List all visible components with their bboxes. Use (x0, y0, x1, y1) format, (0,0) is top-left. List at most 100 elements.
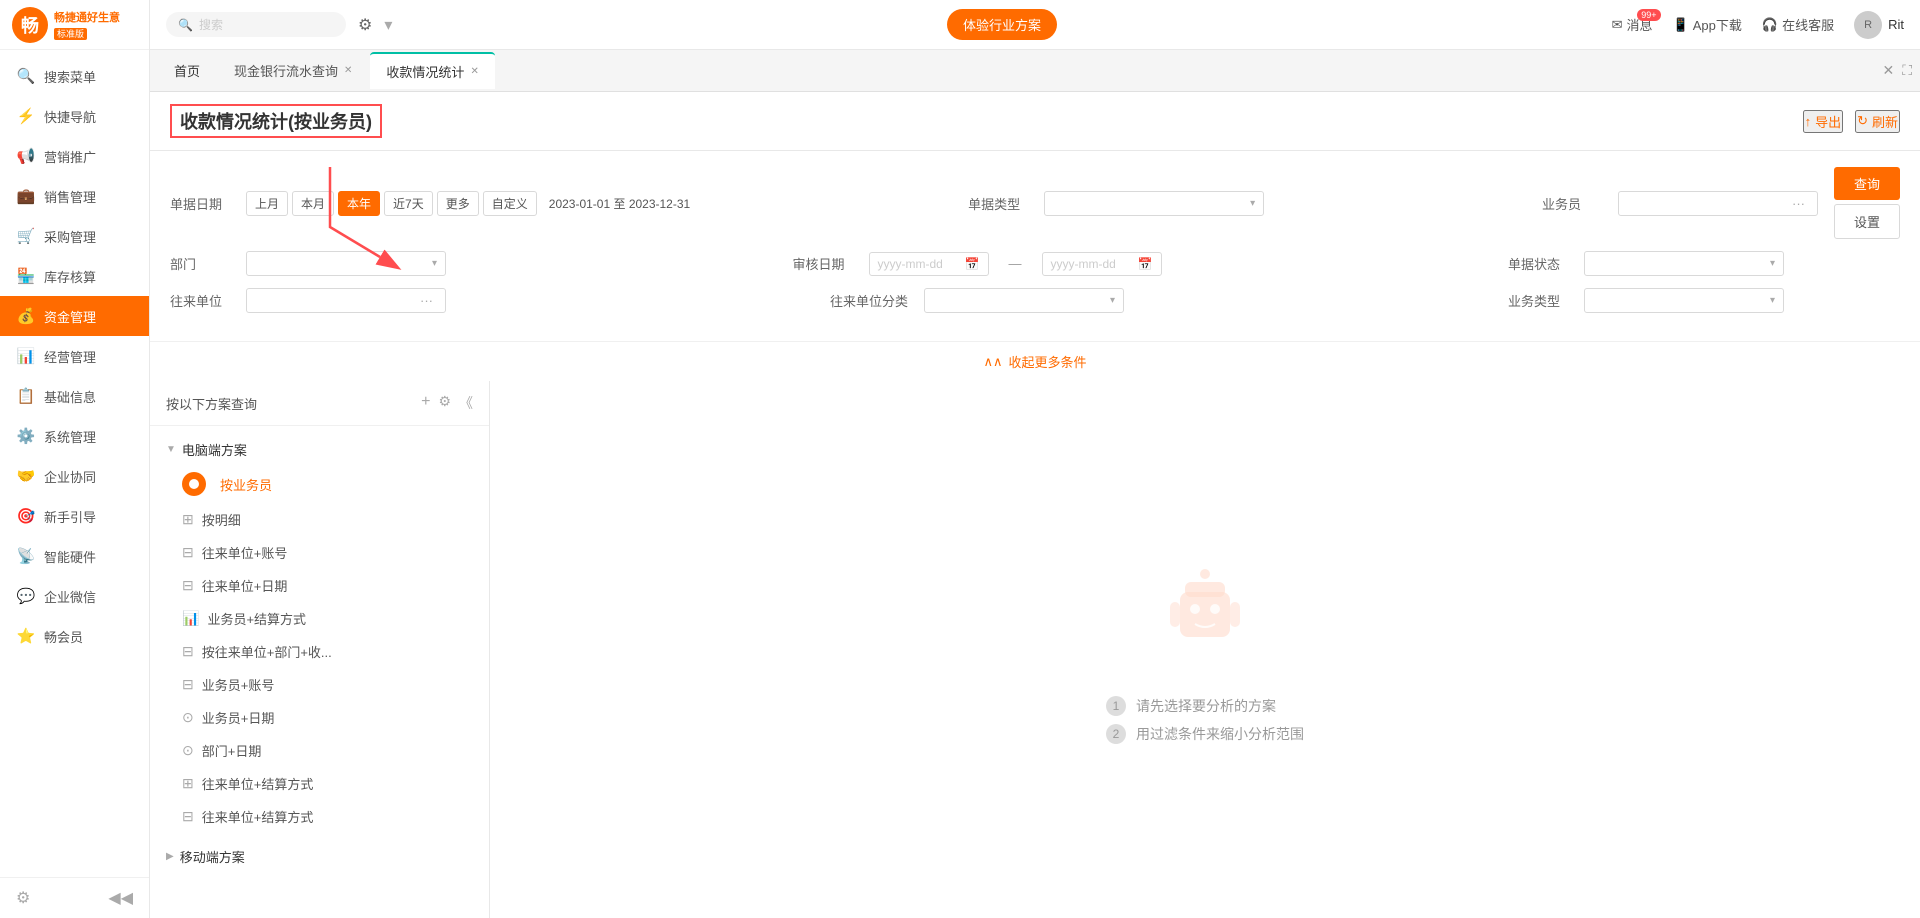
counterpart-type-label: 往来单位分类 (830, 291, 908, 310)
tab-home[interactable]: 首页 (158, 53, 216, 88)
sidebar-item-system[interactable]: ⚙️ 系统管理 (0, 416, 149, 456)
sidebar-item-shortcut[interactable]: ⚡ 快捷导航 (0, 96, 149, 136)
counterpart-select[interactable]: ··· (246, 288, 446, 313)
date-btn-last-month[interactable]: 上月 (246, 191, 288, 216)
counterpart-type-select[interactable]: ▾ (924, 288, 1124, 313)
cs1-icon: ⊞ (182, 775, 194, 792)
cs2-icon: ⊟ (182, 808, 194, 825)
date-btn-this-year[interactable]: 本年 (338, 191, 380, 216)
hardware-icon: 📡 (16, 546, 36, 566)
biz-type-select[interactable]: ▾ (1584, 288, 1784, 313)
date-btn-7days[interactable]: 近7天 (384, 191, 433, 216)
salesman-label: 业务员 (1542, 194, 1602, 213)
page-title: 收款情况统计(按业务员) (170, 104, 382, 138)
sidebar-item-operation[interactable]: 📊 经营管理 (0, 336, 149, 376)
tab-receipt[interactable]: 收款情况统计 ✕ (370, 52, 494, 89)
topbar-dropdown-icon[interactable]: ▾ (384, 15, 392, 35)
scheme-collapse-icon[interactable]: 《 (459, 393, 473, 413)
main-area: 🔍 搜索 ⚙ ▾ 体验行业方案 ✉ 消息 99+ 📱 App下载 🎧 在线客服 … (150, 0, 1920, 918)
date-btn-this-month[interactable]: 本月 (292, 191, 334, 216)
content-with-sidebar: 按以下方案查询 + ⚙ 《 ▼ 电脑端方案 (150, 381, 1920, 918)
sidebar-collapse-icon[interactable]: ◀◀ (108, 888, 133, 908)
doc-type-chevron: ▾ (1250, 198, 1255, 209)
scheme-add-icon[interactable]: + (421, 393, 430, 413)
topbar: 🔍 搜索 ⚙ ▾ 体验行业方案 ✉ 消息 99+ 📱 App下载 🎧 在线客服 … (150, 0, 1920, 50)
empty-steps-list: 1 请先选择要分析的方案 2 用过滤条件来缩小分析范围 (1106, 692, 1304, 748)
date-btn-more[interactable]: 更多 (437, 191, 479, 216)
scheme-item-by-counterpart-dept[interactable]: ⊟ 按往来单位+部门+收... (150, 635, 489, 668)
sidebar-item-guide[interactable]: 🎯 新手引导 (0, 496, 149, 536)
sidebar-item-inventory[interactable]: 🏪 库存核算 (0, 256, 149, 296)
mobile-group-title[interactable]: ▶ 移动端方案 (150, 841, 489, 872)
window-minimize-icon[interactable]: ✕ (1882, 62, 1894, 79)
service-btn[interactable]: 🎧 在线客服 (1762, 15, 1834, 34)
inventory-icon: 🏪 (16, 266, 36, 286)
topbar-settings-icon[interactable]: ⚙ (358, 15, 372, 35)
topbar-left: 🔍 搜索 ⚙ ▾ (166, 12, 392, 37)
counterpart-dept-icon: ⊟ (182, 643, 194, 660)
corp-icon: 🤝 (16, 466, 36, 486)
settings-gear-icon[interactable]: ⚙ (16, 888, 30, 908)
marketing-icon: 📢 (16, 146, 36, 166)
empty-state: 1 请先选择要分析的方案 2 用过滤条件来缩小分析范围 (490, 381, 1920, 918)
date-range-display: 2023-01-01 至 2023-12-31 (549, 195, 690, 212)
scheme-item-counterpart-settlement-2[interactable]: ⊟ 往来单位+结算方式 (150, 800, 489, 833)
scheme-item-dept-date[interactable]: ⊙ 部门+日期 (150, 734, 489, 767)
scheme-item-salesman-account[interactable]: ⊟ 业务员+账号 (150, 668, 489, 701)
scheme-panel-title: 按以下方案查询 (166, 394, 257, 413)
sidebar-item-hardware[interactable]: 📡 智能硬件 (0, 536, 149, 576)
biz-type-chevron: ▾ (1770, 295, 1775, 306)
query-btn[interactable]: 查询 (1834, 167, 1900, 200)
empty-illustration (1145, 552, 1265, 672)
scheme-panel: 按以下方案查询 + ⚙ 《 ▼ 电脑端方案 (150, 381, 490, 918)
sidebar-item-sales[interactable]: 💼 销售管理 (0, 176, 149, 216)
topbar-search-box[interactable]: 🔍 搜索 (166, 12, 346, 37)
tabbar: 首页 现金银行流水查询 ✕ 收款情况统计 ✕ ✕ ⛶ (150, 50, 1920, 92)
sidebar-item-marketing[interactable]: 📢 营销推广 (0, 136, 149, 176)
date-options-group: 上月 本月 本年 近7天 更多 自定义 2023-01-01 至 2023-12… (246, 191, 690, 216)
message-btn[interactable]: ✉ 消息 99+ (1612, 15, 1653, 34)
review-date-end[interactable]: yyyy-mm-dd 📅 (1042, 252, 1162, 276)
tab-bank-close[interactable]: ✕ (344, 65, 352, 76)
refresh-btn[interactable]: ↻ 刷新 (1855, 110, 1900, 133)
doc-type-select[interactable]: ▾ (1044, 191, 1264, 216)
scheme-item-counterpart-date[interactable]: ⊟ 往来单位+日期 (150, 569, 489, 602)
scheme-item-counterpart-account[interactable]: ⊟ 往来单位+账号 (150, 536, 489, 569)
export-btn[interactable]: ↑ 导出 (1803, 110, 1844, 133)
salesman-more-icon[interactable]: ··· (1792, 196, 1805, 211)
tab-bank[interactable]: 现金银行流水查询 ✕ (218, 53, 368, 88)
sidebar-item-basic[interactable]: 📋 基础信息 (0, 376, 149, 416)
sidebar-item-corp[interactable]: 🤝 企业协同 (0, 456, 149, 496)
sidebar-item-purchase[interactable]: 🛒 采购管理 (0, 216, 149, 256)
sidebar-item-member[interactable]: ⭐ 畅会员 (0, 616, 149, 656)
sidebar-item-search[interactable]: 🔍 搜索菜单 (0, 56, 149, 96)
trial-btn[interactable]: 体验行业方案 (947, 9, 1057, 40)
dept-select[interactable]: ▾ (246, 251, 446, 276)
sidebar-item-wechat[interactable]: 💬 企业微信 (0, 576, 149, 616)
counterpart-type-chevron: ▾ (1110, 295, 1115, 306)
scheme-item-salesman-settlement[interactable]: 📊 业务员+结算方式 (150, 602, 489, 635)
user-area[interactable]: R Rit (1854, 11, 1904, 39)
biz-type-label: 业务类型 (1508, 291, 1568, 310)
salesman-account-icon: ⊟ (182, 676, 194, 693)
scheme-item-by-salesman[interactable]: 按业务员 (150, 465, 489, 503)
window-controls: ✕ ⛶ (1882, 62, 1912, 79)
scheme-item-counterpart-settlement-1[interactable]: ⊞ 往来单位+结算方式 (150, 767, 489, 800)
review-date-start[interactable]: yyyy-mm-dd 📅 (869, 252, 989, 276)
collapse-btn[interactable]: ∧∧ 收起更多条件 (150, 341, 1920, 381)
counterpart-more-icon[interactable]: ··· (420, 293, 433, 308)
scheme-item-by-detail[interactable]: ⊞ 按明细 (150, 503, 489, 536)
date-btn-custom[interactable]: 自定义 (483, 191, 537, 216)
scheme-item-salesman-date[interactable]: ⊙ 业务员+日期 (150, 701, 489, 734)
desktop-group-title[interactable]: ▼ 电脑端方案 (150, 434, 489, 465)
finance-icon: 💰 (16, 306, 36, 326)
salesman-select[interactable]: ··· (1618, 191, 1818, 216)
scheme-settings-icon[interactable]: ⚙ (438, 393, 451, 413)
settings-btn[interactable]: 设置 (1834, 204, 1900, 239)
app-icon: 📱 (1673, 17, 1689, 33)
sidebar-item-finance[interactable]: 💰 资金管理 (0, 296, 149, 336)
tab-receipt-close[interactable]: ✕ (470, 66, 478, 77)
doc-status-select[interactable]: ▾ (1584, 251, 1784, 276)
window-expand-icon[interactable]: ⛶ (1902, 62, 1912, 79)
app-download-btn[interactable]: 📱 App下载 (1673, 15, 1742, 34)
